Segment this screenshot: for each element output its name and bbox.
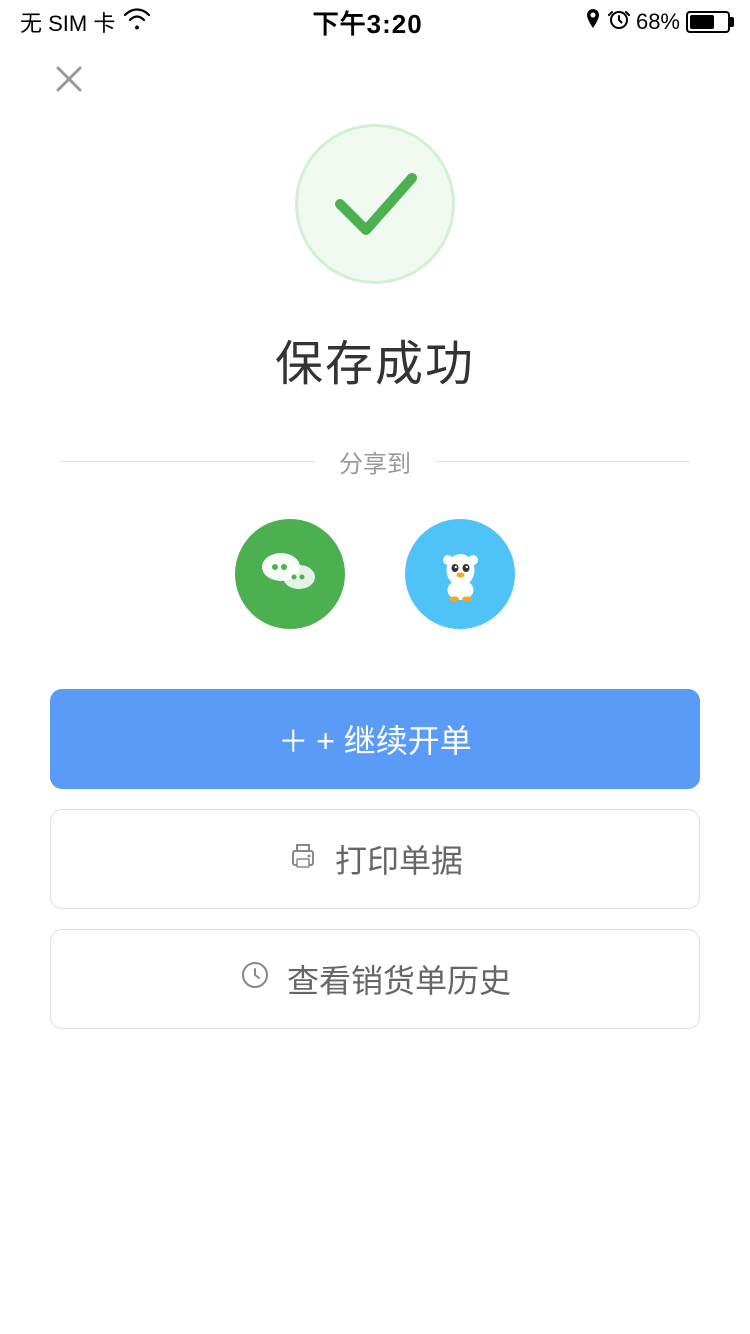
share-divider: 分享到: [0, 444, 750, 479]
alarm-icon: [608, 8, 630, 36]
main-content: 保存成功 分享到: [0, 44, 750, 1029]
location-icon: [584, 8, 602, 36]
history-label: 查看销货单历史: [287, 956, 511, 1002]
close-icon: [54, 64, 84, 94]
status-time: 下午3:20: [313, 4, 423, 41]
battery-percent: 68%: [636, 9, 680, 35]
no-sim-label: 无 SIM 卡: [20, 6, 115, 38]
wifi-icon: [123, 8, 151, 36]
battery-icon: [686, 11, 730, 33]
status-bar: 无 SIM 卡 下午3:20 68%: [0, 0, 750, 44]
status-left: 无 SIM 卡: [20, 6, 151, 38]
qq-icon: [428, 542, 493, 607]
print-button[interactable]: 打印单据: [50, 809, 700, 909]
success-title: 保存成功: [275, 324, 475, 394]
share-label: 分享到: [315, 444, 435, 479]
plus-icon: ＋: [278, 717, 308, 761]
print-label: 打印单据: [335, 836, 463, 882]
continue-button[interactable]: ＋ + 继续开单: [50, 689, 700, 789]
checkmark-icon: [330, 164, 420, 244]
share-icons: [235, 519, 515, 629]
history-button[interactable]: 查看销货单历史: [50, 929, 700, 1029]
qq-share-button[interactable]: [405, 519, 515, 629]
action-buttons: ＋ + 继续开单 打印单据 查看销货单历: [0, 689, 750, 1029]
divider-line-right: [435, 461, 690, 462]
wechat-icon: [255, 539, 325, 609]
close-button[interactable]: [44, 54, 94, 104]
success-icon-circle: [295, 124, 455, 284]
clock-icon: [239, 959, 271, 999]
print-icon: [287, 839, 319, 879]
divider-line-left: [60, 461, 315, 462]
status-right: 68%: [584, 8, 730, 36]
wechat-share-button[interactable]: [235, 519, 345, 629]
continue-label: + 继续开单: [316, 716, 472, 762]
